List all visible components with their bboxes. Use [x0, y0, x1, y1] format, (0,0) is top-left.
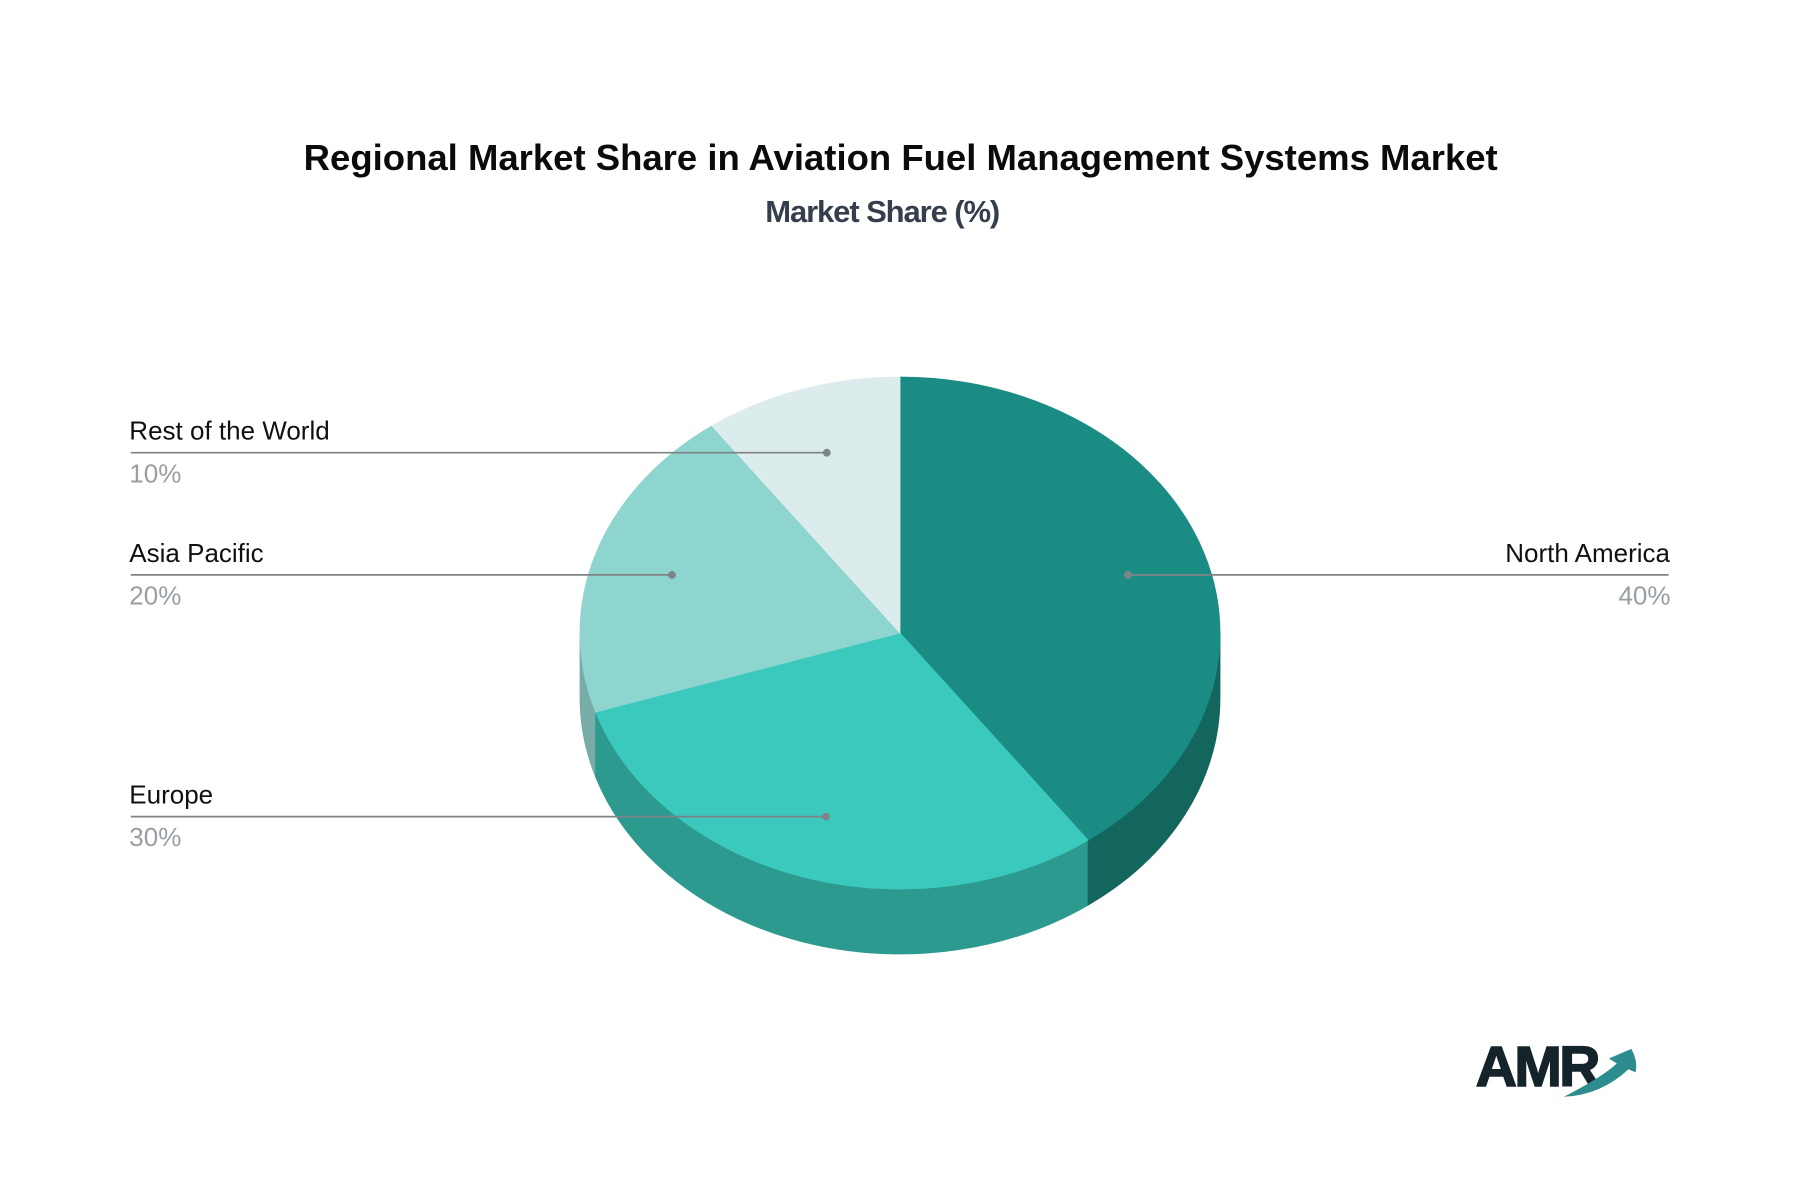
svg-text:Regional Market Share in Aviat: Regional Market Share in Aviation Fuel M…	[304, 137, 1498, 178]
svg-text:Market Share (%): Market Share (%)	[765, 194, 999, 229]
svg-text:North America: North America	[1505, 538, 1670, 568]
svg-text:10%: 10%	[129, 458, 181, 488]
svg-text:20%: 20%	[129, 581, 181, 611]
svg-text:40%: 40%	[1618, 581, 1670, 611]
svg-text:Asia Pacific: Asia Pacific	[129, 538, 263, 568]
svg-text:30%: 30%	[129, 822, 181, 852]
svg-text:Rest of the World: Rest of the World	[129, 416, 329, 446]
svg-text:Europe: Europe	[129, 780, 213, 810]
